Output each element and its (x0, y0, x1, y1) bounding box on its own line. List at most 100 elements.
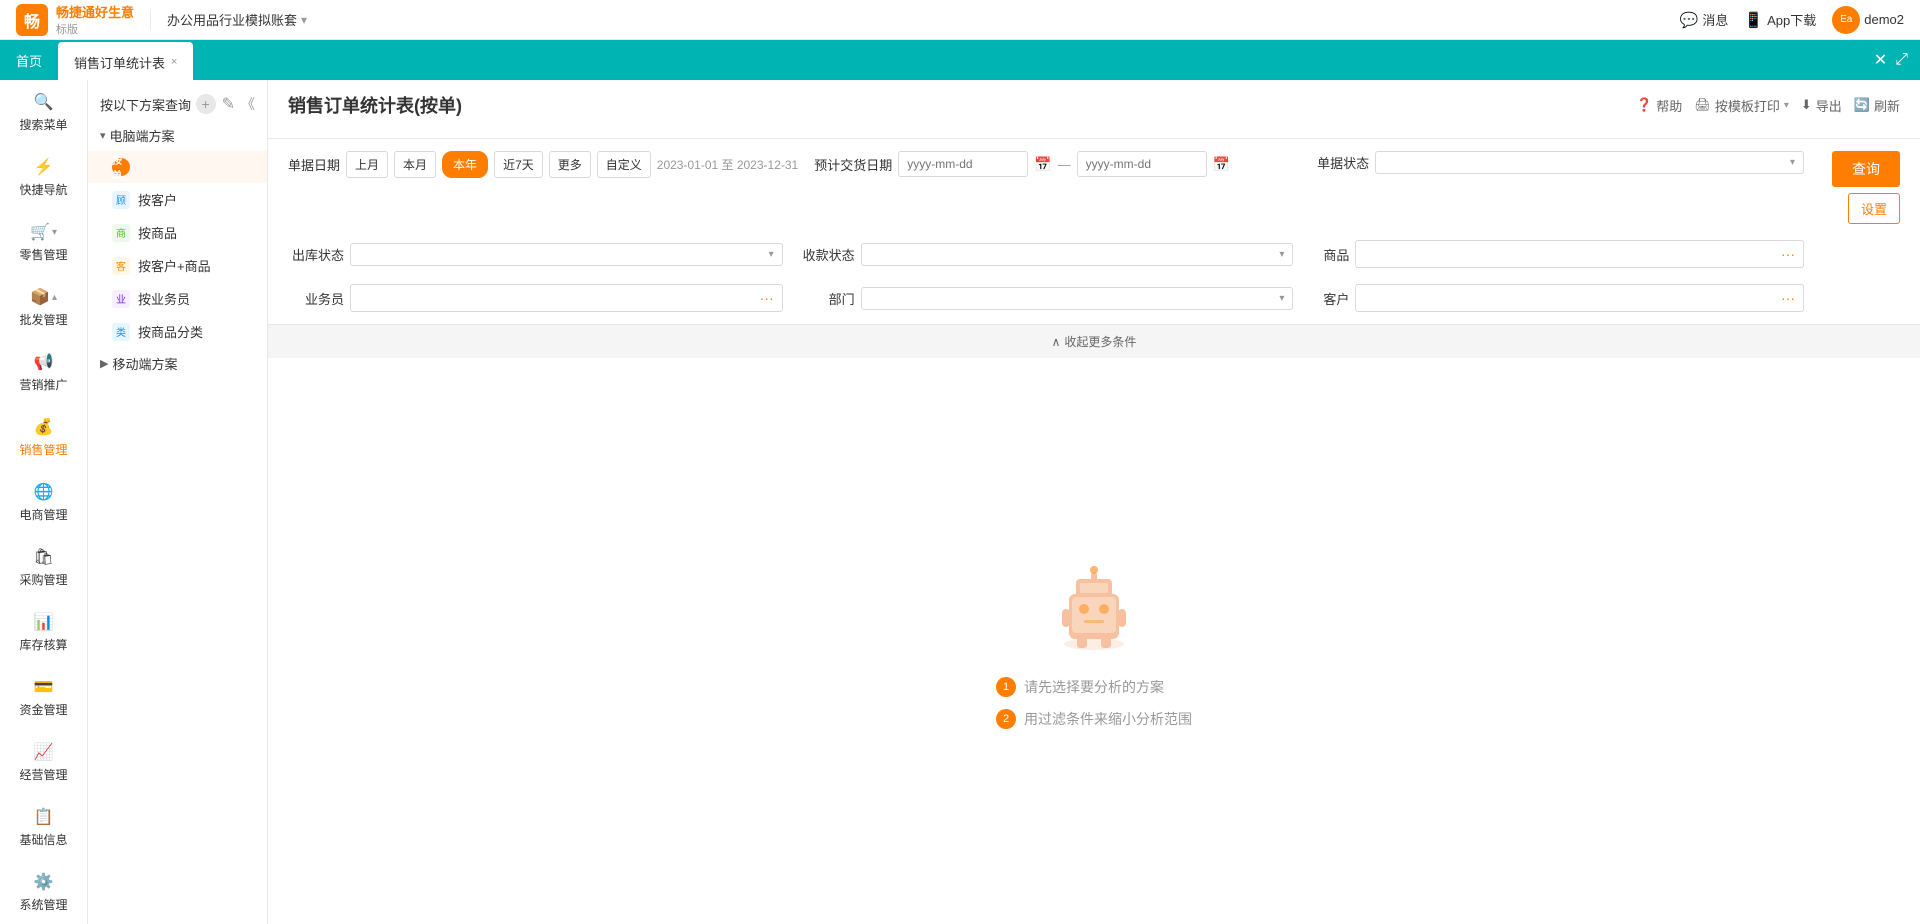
divider (150, 10, 151, 30)
message-btn[interactable]: 💬 消息 (1680, 10, 1729, 29)
content-area: 按以下方案查询 + ✎ 《 ▾ 电脑端方案 按单 (88, 80, 1920, 924)
scheme-item-by-customer[interactable]: 顾 按客户 (88, 183, 267, 216)
basic-icon: 📋 (34, 807, 54, 827)
goods-input[interactable]: ··· (1355, 240, 1804, 268)
tab-bar-right: ✕ ⤢ (1874, 50, 1920, 70)
filter-row-2: 出库状态 ▾ 收款状态 ▾ (288, 232, 1900, 276)
app-download-btn[interactable]: 📱 App下载 (1744, 10, 1816, 29)
expected-date-from[interactable] (898, 151, 1028, 177)
refresh-btn[interactable]: 🔄 刷新 (1854, 96, 1900, 115)
expected-date-label: 预计交货日期 (814, 155, 892, 174)
purchase-icon: 🛍 (33, 547, 53, 567)
page-header: 销售订单统计表(按单) ❓ 帮助 🖨 按模板打印 ▾ ⬇ (268, 80, 1920, 139)
status-select-arrow: ▾ (1790, 157, 1795, 168)
scheme-item-by-salesperson[interactable]: 业 按业务员 (88, 282, 267, 315)
date-btn-last-month[interactable]: 上月 (346, 151, 388, 178)
sidebar-item-basic[interactable]: 📋 基础信息 (0, 795, 87, 860)
outbound-label: 出库状态 (288, 245, 344, 264)
filter-row-3: 业务员 ··· 部门 ▾ (288, 276, 1900, 324)
sidebar-item-search-menu[interactable]: 🔍 搜索菜单 (0, 80, 87, 145)
sidebar-item-purchase[interactable]: 🛍 采购管理 (0, 535, 87, 600)
date-btn-last-7[interactable]: 近7天 (494, 151, 543, 178)
dept-select[interactable]: ▾ (861, 287, 1294, 310)
left-panel-header: 按以下方案查询 + ✎ 《 (88, 88, 267, 120)
scheme-item-by-product[interactable]: 商 按商品 (88, 216, 267, 249)
tab-close-btn[interactable]: × (171, 56, 177, 68)
scheme-item-by-order[interactable]: 按单 (88, 151, 267, 183)
scheme-by-category-icon: 类 (112, 323, 130, 341)
date-btn-custom[interactable]: 自定义 (597, 151, 651, 178)
left-panel-icons: + ✎ 《 (196, 94, 255, 114)
date-btn-this-year[interactable]: 本年 (442, 151, 488, 178)
sidebar: 🔍 搜索菜单 ⚡ 快捷导航 🛒 ▾ 零售管理 📦 ▴ 批发管理 📢 营销推广 (0, 80, 88, 924)
status-select[interactable]: ▾ (1375, 151, 1804, 174)
dept-select-arrow: ▾ (1279, 293, 1284, 304)
scheme-by-order-icon: 按单 (112, 158, 130, 176)
retail-icon: 🛒 (30, 222, 50, 242)
scheme-by-customer-icon: 顾 (112, 191, 130, 209)
salesperson-filter-group: 业务员 ··· (288, 284, 783, 312)
status-label: 单据状态 (1317, 153, 1369, 172)
scheme-item-by-category[interactable]: 类 按商品分类 (88, 315, 267, 348)
sidebar-item-inventory[interactable]: 📊 库存核算 (0, 600, 87, 665)
sidebar-item-operations[interactable]: 📈 经营管理 (0, 730, 87, 795)
scheme-item-by-cust-prod[interactable]: 客 按客户+商品 (88, 249, 267, 282)
print-arrow-icon: ▾ (1784, 100, 1789, 111)
scheme-by-salesperson-icon: 业 (112, 290, 130, 308)
export-btn[interactable]: ⬇ 导出 (1801, 96, 1842, 115)
sidebar-item-system[interactable]: ⚙️ 系统管理 (0, 860, 87, 924)
status-filter-group: 单据状态 ▾ (1317, 151, 1804, 174)
collapse-panel-icon[interactable]: 《 (241, 94, 255, 114)
settings-btn[interactable]: 设置 (1848, 193, 1900, 224)
sidebar-item-wholesale[interactable]: 📦 ▴ 批发管理 (0, 275, 87, 340)
marketing-icon: 📢 (34, 352, 54, 372)
sidebar-item-ecommerce[interactable]: 🌐 电商管理 (0, 470, 87, 535)
collapse-bar[interactable]: ∧ 收起更多条件 (268, 324, 1920, 358)
salesperson-input[interactable]: ··· (350, 284, 783, 312)
expected-date-to[interactable] (1077, 151, 1207, 177)
receipt-filter-group: 收款状态 ▾ (799, 243, 1294, 266)
help-icon: ❓ (1636, 97, 1652, 113)
calendar-icon-1: 📅 (1034, 156, 1051, 173)
workspace-selector[interactable]: 办公用品行业模拟账套 ▾ (167, 10, 307, 29)
tab-home[interactable]: 首页 (0, 40, 58, 80)
sidebar-item-retail[interactable]: 🛒 ▾ 零售管理 (0, 210, 87, 275)
sidebar-item-quick-nav[interactable]: ⚡ 快捷导航 (0, 145, 87, 210)
date-btn-this-month[interactable]: 本月 (394, 151, 436, 178)
tab-sales-stats[interactable]: 销售订单统计表 × (58, 42, 193, 82)
customer-label: 客户 (1309, 289, 1349, 308)
sidebar-item-marketing[interactable]: 📢 营销推广 (0, 340, 87, 405)
add-scheme-icon[interactable]: + (196, 94, 216, 114)
right-main: 销售订单统计表(按单) ❓ 帮助 🖨 按模板打印 ▾ ⬇ (268, 80, 1920, 924)
window-close-icon[interactable]: ✕ (1874, 50, 1887, 70)
scheme-group-mobile-title[interactable]: ▶ 移动端方案 (88, 348, 267, 379)
finance-icon: 💳 (34, 677, 54, 697)
outbound-select[interactable]: ▾ (350, 243, 783, 266)
sidebar-item-sales[interactable]: 💰 销售管理 (0, 405, 87, 470)
page-actions: ❓ 帮助 🖨 按模板打印 ▾ ⬇ 导出 🔄 (1636, 96, 1900, 115)
sidebar-item-finance[interactable]: 💳 资金管理 (0, 665, 87, 730)
template-print-btn[interactable]: 🖨 按模板打印 ▾ (1694, 96, 1789, 115)
edit-scheme-icon[interactable]: ✎ (222, 94, 235, 114)
scheme-group-pc-title[interactable]: ▾ 电脑端方案 (88, 120, 267, 151)
receipt-select[interactable]: ▾ (861, 243, 1294, 266)
collapse-arrow-icon: ∧ (1052, 335, 1061, 349)
date-range-display: 2023-01-01 至 2023-12-31 (657, 156, 798, 173)
customer-input[interactable]: ··· (1355, 284, 1804, 312)
window-maximize-icon[interactable]: ⤢ (1895, 51, 1908, 69)
query-btn[interactable]: 查询 (1832, 151, 1900, 187)
print-icon: 🖨 (1694, 97, 1711, 113)
salesperson-more-icon: ··· (760, 290, 774, 306)
top-header: 畅 畅捷通好生意 标版 办公用品行业模拟账套 ▾ 💬 消息 📱 App下载 Ea… (0, 0, 1920, 40)
app-name: 畅捷通好生意 标版 (56, 2, 134, 37)
tip-1-number: 1 (996, 677, 1016, 697)
scheme-group-mobile: ▶ 移动端方案 (88, 348, 267, 379)
empty-illustration (1034, 554, 1154, 657)
app-logo: 畅 (16, 4, 48, 36)
header-right: 💬 消息 📱 App下载 Ea demo2 (1680, 6, 1904, 34)
scheme-group-pc: ▾ 电脑端方案 按单 顾 按客户 商 按商品 (88, 120, 267, 348)
user-menu[interactable]: Ea demo2 (1832, 6, 1904, 34)
customer-more-icon: ··· (1781, 290, 1795, 306)
date-btn-more[interactable]: 更多 (549, 151, 591, 178)
help-btn[interactable]: ❓ 帮助 (1636, 96, 1682, 115)
